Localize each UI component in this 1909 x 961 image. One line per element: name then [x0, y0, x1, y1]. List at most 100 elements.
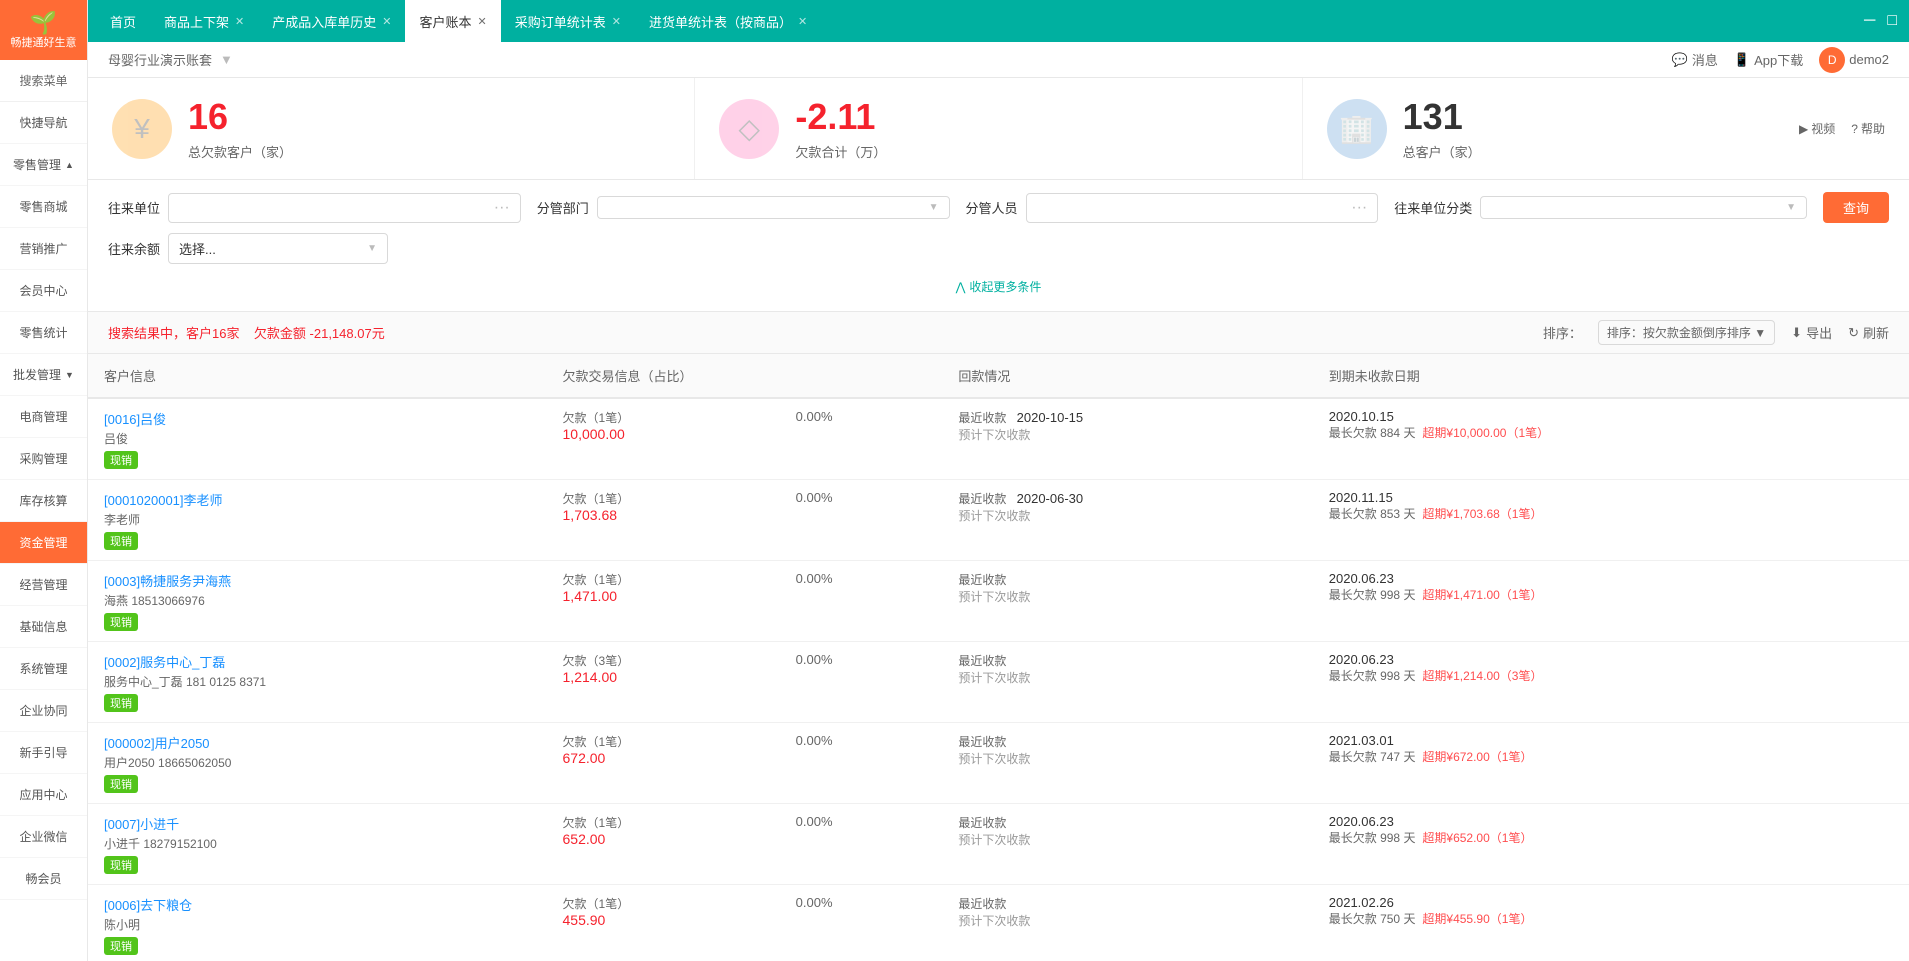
cell-due-date: 2020.10.15 最长欠款 884 天 超期¥10,000.00（1笔）	[1313, 398, 1909, 480]
debt-label: 欠款（1笔）	[563, 571, 764, 588]
more-icon[interactable]: ···	[1351, 199, 1367, 217]
tab-purchase-stats[interactable]: 进货单统计表（按商品） ✕	[635, 0, 821, 42]
customer-tag: 现销	[104, 613, 138, 631]
tab-close-goods-shelf[interactable]: ✕	[235, 15, 244, 28]
tab-product-history[interactable]: 产成品入库单历史 ✕	[258, 0, 405, 42]
filter-person-input[interactable]: ···	[1026, 193, 1379, 223]
overdue-amount-link[interactable]: 超期¥1,703.68（1笔）	[1422, 507, 1542, 521]
overdue-amount-link[interactable]: 超期¥10,000.00（1笔）	[1422, 426, 1549, 440]
tab-close-product-history[interactable]: ✕	[382, 15, 391, 28]
customer-name-link[interactable]: [0002]服务中心_丁磊	[104, 652, 531, 671]
sort-select[interactable]: 排序：按欠款金额倒序排序 ▼	[1598, 320, 1775, 345]
sidebar-item-vip[interactable]: 畅会员	[0, 858, 87, 900]
last-payment: 最近收款	[958, 733, 1296, 750]
debt-amount[interactable]: 1,214.00	[563, 669, 764, 685]
top-navigation: 首页 商品上下架 ✕ 产成品入库单历史 ✕ 客户账本 ✕ 采购订单统计表 ✕ 进…	[88, 0, 1909, 42]
overdue-amount-link[interactable]: 超期¥455.90（1笔）	[1422, 912, 1532, 926]
sidebar-item-basic[interactable]: 基础信息	[0, 606, 87, 648]
table-row: [000002]用户2050 用户2050 18665062050 现销 欠款（…	[88, 723, 1909, 804]
tab-close-purchase-summary[interactable]: ✕	[612, 15, 621, 28]
customer-name-link[interactable]: [0007]小进千	[104, 814, 531, 833]
customer-name-link[interactable]: [0016]吕俊	[104, 409, 531, 428]
sidebar-item-marketing[interactable]: 营销推广	[0, 228, 87, 270]
filter-balance-select[interactable]: 选择... ▼	[168, 233, 388, 264]
debt-amount[interactable]: 455.90	[563, 912, 764, 928]
tab-home[interactable]: 首页	[96, 0, 150, 42]
company-selector[interactable]: 母婴行业演示账套 ▼	[108, 50, 233, 69]
cell-debt-info: 欠款（1笔） 1,703.68	[547, 480, 780, 561]
cell-debt-percent: 0.00%	[780, 642, 943, 723]
customer-name-link[interactable]: [0003]畅捷服务尹海燕	[104, 571, 531, 590]
sidebar-item-quick-nav[interactable]: 快捷导航	[0, 102, 87, 144]
help-btn[interactable]: ? 帮助	[1851, 120, 1885, 137]
sidebar-item-corp[interactable]: 企业协同	[0, 690, 87, 732]
app-download-btn[interactable]: 📱 App下载	[1734, 50, 1803, 69]
overdue-amount-link[interactable]: 超期¥1,214.00（3笔）	[1422, 669, 1542, 683]
next-payment: 预计下次收款	[958, 750, 1296, 767]
user-avatar[interactable]: D demo2	[1819, 47, 1889, 73]
sidebar-item-system[interactable]: 系统管理	[0, 648, 87, 690]
stats-row: ¥ 16 总欠款客户（家） ◇ -2.11 欠款合计（万） 🏢 131 总客户（…	[88, 78, 1909, 180]
debt-amount[interactable]: 10,000.00	[563, 426, 764, 442]
overdue-info: 最长欠款 884 天 超期¥10,000.00（1笔）	[1329, 424, 1893, 441]
sidebar-item-member[interactable]: 会员中心	[0, 270, 87, 312]
filter-supplier-input[interactable]: ···	[168, 193, 521, 223]
sidebar-item-batch-mgmt[interactable]: 批发管理 ▼	[0, 354, 87, 396]
due-date-value: 2020.10.15	[1329, 409, 1893, 424]
sidebar-item-purchase[interactable]: 采购管理	[0, 438, 87, 480]
sidebar-item-app[interactable]: 应用中心	[0, 774, 87, 816]
customer-name-link[interactable]: [0001020001]李老师	[104, 490, 531, 509]
cell-debt-info: 欠款（3笔） 1,214.00	[547, 642, 780, 723]
sidebar-item-capital[interactable]: 资金管理	[0, 522, 87, 564]
sidebar-item-inventory[interactable]: 库存核算	[0, 480, 87, 522]
tab-customer-account[interactable]: 客户账本 ✕	[405, 0, 500, 42]
stat-icon-money: ¥	[112, 99, 172, 159]
video-help-btn[interactable]: ▶ 视频	[1799, 120, 1835, 137]
more-icon[interactable]: ···	[494, 199, 510, 217]
debt-amount[interactable]: 652.00	[563, 831, 764, 847]
sidebar-item-ecommerce[interactable]: 电商管理	[0, 396, 87, 438]
debt-amount[interactable]: 1,471.00	[563, 588, 764, 604]
due-date-value: 2020.06.23	[1329, 652, 1893, 667]
sidebar-item-guide[interactable]: 新手引导	[0, 732, 87, 774]
window-minimize-btn[interactable]: ─	[1860, 8, 1879, 34]
sidebar-item-biz[interactable]: 经营管理	[0, 564, 87, 606]
next-payment: 预计下次收款	[958, 426, 1296, 443]
message-btn[interactable]: 💬 消息	[1672, 50, 1718, 69]
due-date-value: 2021.03.01	[1329, 733, 1893, 748]
sidebar-item-wechat[interactable]: 企业微信	[0, 816, 87, 858]
overdue-amount-link[interactable]: 超期¥1,471.00（1笔）	[1422, 588, 1542, 602]
tab-goods-shelf[interactable]: 商品上下架 ✕	[150, 0, 258, 42]
debt-label: 欠款（1笔）	[563, 490, 764, 507]
sidebar-item-retail-mgmt[interactable]: 零售管理 ▲	[0, 144, 87, 186]
overdue-amount-link[interactable]: 超期¥672.00（1笔）	[1422, 750, 1532, 764]
overdue-info: 最长欠款 747 天 超期¥672.00（1笔）	[1329, 748, 1893, 765]
debt-label: 欠款（1笔）	[563, 814, 764, 831]
sidebar-item-retail-store[interactable]: 零售商城	[0, 186, 87, 228]
filter-person: 分管人员 ···	[966, 193, 1379, 223]
export-btn[interactable]: ⬇ 导出	[1791, 323, 1832, 342]
next-payment: 预计下次收款	[958, 588, 1296, 605]
customer-sub-info: 陈小明	[104, 916, 531, 933]
collapse-filter-btn[interactable]: ⋀ 收起更多条件	[108, 274, 1889, 299]
query-button[interactable]: 查询	[1823, 192, 1889, 223]
tab-close-customer-account[interactable]: ✕	[478, 15, 487, 28]
filter-category: 往来单位分类 ▼	[1394, 196, 1807, 219]
customer-name-link[interactable]: [0006]去下粮仓	[104, 895, 531, 914]
filter-dept: 分管部门 ▼	[537, 196, 950, 219]
debt-amount[interactable]: 672.00	[563, 750, 764, 766]
customer-name-link[interactable]: [000002]用户2050	[104, 733, 531, 752]
refresh-btn[interactable]: ↻ 刷新	[1848, 323, 1889, 342]
debt-amount[interactable]: 1,703.68	[563, 507, 764, 523]
sidebar-item-retail-stats[interactable]: 零售统计	[0, 312, 87, 354]
tab-purchase-summary[interactable]: 采购订单统计表 ✕	[501, 0, 635, 42]
results-summary: 搜索结果中，客户16家 欠款金额 -21,148.07元	[108, 323, 385, 342]
overdue-amount-link[interactable]: 超期¥652.00（1笔）	[1422, 831, 1532, 845]
filter-dept-select[interactable]: ▼	[597, 196, 950, 219]
sidebar-search[interactable]: 搜索菜单	[0, 60, 87, 102]
cell-debt-info: 欠款（1笔） 652.00	[547, 804, 780, 885]
tab-close-purchase-stats[interactable]: ✕	[798, 15, 807, 28]
filter-category-select[interactable]: ▼	[1480, 196, 1807, 219]
window-maximize-btn[interactable]: □	[1883, 8, 1901, 34]
mobile-icon: 📱	[1734, 52, 1750, 68]
